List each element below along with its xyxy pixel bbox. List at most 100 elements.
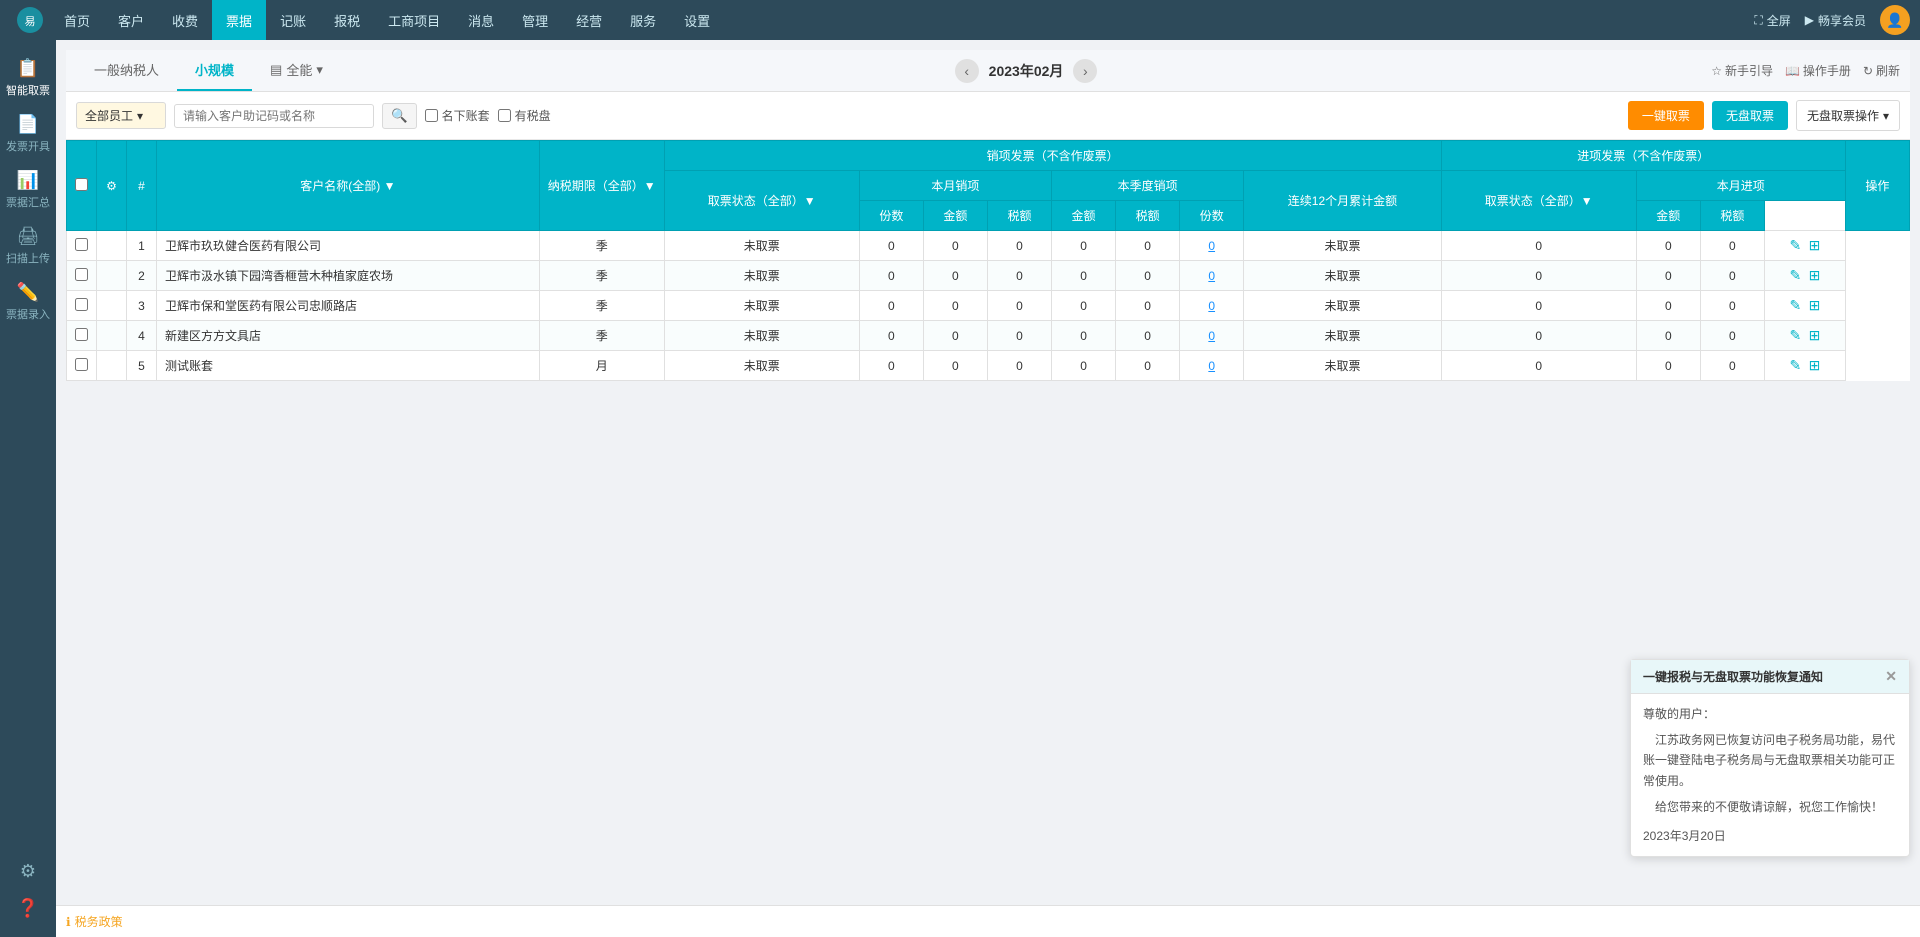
notification-close-button[interactable]: ✕: [1885, 668, 1897, 685]
tax-policy-link[interactable]: ℹ 税务政策: [66, 913, 123, 930]
vip-button[interactable]: ▶ 畅享会员: [1805, 12, 1866, 29]
invoice-open-icon: 📄: [17, 114, 39, 135]
nav-service[interactable]: 服务: [616, 0, 670, 40]
left-sidebar: 📋 智能取票 📄 发票开具 📊 票据汇总 🖨 扫描上传 ✏️ 票据录入 ⚙ ❓: [0, 40, 56, 937]
row-checkbox-2[interactable]: [75, 298, 88, 311]
sales-monthly-amount-header: 金额: [923, 201, 987, 231]
beginner-guide-button[interactable]: ☆ 新手引导: [1711, 62, 1773, 79]
row-num-1: 2: [127, 261, 157, 291]
edit-icon-1[interactable]: ✎: [1789, 267, 1801, 283]
app-logo[interactable]: 易: [10, 0, 50, 40]
next-month-button[interactable]: ›: [1073, 59, 1097, 83]
user-avatar[interactable]: 👤: [1880, 5, 1910, 35]
sidebar-item-help[interactable]: ❓: [0, 890, 56, 927]
table-row: 4 新建区方方文具店 季 未取票 0 0 0 0 0 0 未取票 0 0 0 ✎…: [67, 321, 1910, 351]
select-all-checkbox[interactable]: [75, 178, 88, 191]
row-sales-count-1: 0: [859, 261, 923, 291]
under-name-check[interactable]: [425, 109, 438, 122]
one-key-fetch-button[interactable]: 一键取票: [1628, 101, 1704, 130]
date-navigator: ‹ 2023年02月 ›: [955, 59, 1098, 83]
sales-monthly-count-header: 份数: [859, 201, 923, 231]
row-sales-tax-2: 0: [987, 291, 1051, 321]
settings-col-icon[interactable]: ⚙: [106, 179, 117, 193]
row-checkbox-3[interactable]: [75, 328, 88, 341]
sidebar-item-scan-upload[interactable]: 🖨 扫描上传: [0, 218, 56, 274]
no-disk-operation-button[interactable]: 无盘取票操作 ▾: [1796, 100, 1900, 131]
current-date: 2023年02月: [989, 61, 1064, 81]
row-tax-period-0: 季: [539, 231, 664, 261]
nav-tax[interactable]: 报税: [320, 0, 374, 40]
row-input-tax-0: 0: [1700, 231, 1764, 261]
nav-invoice[interactable]: 票据: [212, 0, 266, 40]
under-name-checkbox[interactable]: 名下账套: [425, 107, 490, 124]
nav-bookkeeping[interactable]: 记账: [266, 0, 320, 40]
row-checkbox-0[interactable]: [75, 238, 88, 251]
detail-icon-2[interactable]: ⊞: [1809, 297, 1821, 313]
search-input[interactable]: [174, 104, 374, 128]
edit-icon-4[interactable]: ✎: [1789, 357, 1801, 373]
operation-manual-button[interactable]: 📖 操作手册: [1785, 62, 1851, 79]
input-monthly-amount-header: 金额: [1636, 201, 1700, 231]
nav-customer[interactable]: 客户: [104, 0, 158, 40]
nav-billing[interactable]: 收费: [158, 0, 212, 40]
row-num-4: 5: [127, 351, 157, 381]
toolbar: 全部员工 ▾ 🔍 名下账套 有税盘 一键取票 无盘取票 无盘取票操作: [66, 92, 1910, 140]
row-fetch-status-2: 未取票: [664, 291, 859, 321]
row-checkbox-1[interactable]: [75, 268, 88, 281]
detail-icon-4[interactable]: ⊞: [1809, 357, 1821, 373]
customer-name-header: 客户名称(全部) ▼: [157, 141, 540, 231]
tab-all[interactable]: ▤ 全能 ▾: [252, 50, 341, 91]
prev-month-button[interactable]: ‹: [955, 59, 979, 83]
svg-text:易: 易: [25, 15, 36, 28]
nav-home[interactable]: 首页: [50, 0, 104, 40]
input-invoice-group-header: 进项发票（不含作废票）: [1441, 141, 1845, 171]
sidebar-item-smart-fetch[interactable]: 📋 智能取票: [0, 50, 56, 106]
row-input-count-2: 0: [1441, 291, 1636, 321]
sidebar-item-settings[interactable]: ⚙: [0, 853, 56, 890]
row-input-amount-4: 0: [1636, 351, 1700, 381]
edit-icon-3[interactable]: ✎: [1789, 327, 1801, 343]
notification-popup: 一键报税与无盘取票功能恢复通知 ✕ 尊敬的用户： 江苏政务网已恢复访问电子税务局…: [1630, 659, 1910, 857]
row-sales-tax-1: 0: [987, 261, 1051, 291]
star-icon: ☆: [1711, 64, 1722, 78]
row-sales-amount-3: 0: [923, 321, 987, 351]
detail-icon-0[interactable]: ⊞: [1809, 237, 1821, 253]
row-tax-period-4: 月: [539, 351, 664, 381]
nav-settings[interactable]: 设置: [670, 0, 724, 40]
row-input-tax-4: 0: [1700, 351, 1764, 381]
row-input-status-4: 未取票: [1244, 351, 1441, 381]
top-nav-right: ⛶ 全屏 ▶ 畅享会员 👤: [1754, 5, 1910, 35]
sales-12month-header: 连续12个月累计金额: [1244, 171, 1441, 231]
nav-operation[interactable]: 经营: [562, 0, 616, 40]
sidebar-item-invoice-entry[interactable]: ✏️ 票据录入: [0, 274, 56, 330]
fullscreen-button[interactable]: ⛶ 全屏: [1754, 12, 1790, 29]
row-quarterly-tax-2: 0: [1116, 291, 1180, 321]
row-quarterly-tax-0: 0: [1116, 231, 1180, 261]
no-disk-fetch-button[interactable]: 无盘取票: [1712, 101, 1788, 130]
detail-icon-3[interactable]: ⊞: [1809, 327, 1821, 343]
vip-icon: ▶: [1805, 13, 1814, 27]
row-fetch-status-4: 未取票: [664, 351, 859, 381]
row-fetch-status-1: 未取票: [664, 261, 859, 291]
detail-icon-1[interactable]: ⊞: [1809, 267, 1821, 283]
tax-disk-check[interactable]: [498, 109, 511, 122]
edit-icon-2[interactable]: ✎: [1789, 297, 1801, 313]
nav-business[interactable]: 工商项目: [374, 0, 454, 40]
row-checkbox-4[interactable]: [75, 358, 88, 371]
tab-small-scale[interactable]: 小规模: [177, 50, 252, 91]
tab-general-taxpayer[interactable]: 一般纳税人: [76, 50, 177, 91]
row-customer-0: 卫辉市玖玖健合医药有限公司: [157, 231, 540, 261]
fullscreen-icon: ⛶: [1754, 13, 1762, 28]
tax-disk-checkbox[interactable]: 有税盘: [498, 107, 551, 124]
sidebar-item-invoice-summary[interactable]: 📊 票据汇总: [0, 162, 56, 218]
edit-icon-0[interactable]: ✎: [1789, 237, 1801, 253]
nav-message[interactable]: 消息: [454, 0, 508, 40]
employee-select[interactable]: 全部员工 ▾: [76, 102, 166, 129]
row-input-count-4: 0: [1441, 351, 1636, 381]
sidebar-item-invoice-open[interactable]: 📄 发票开具: [0, 106, 56, 162]
search-button[interactable]: 🔍: [382, 103, 417, 129]
invoice-entry-icon: ✏️: [17, 282, 39, 303]
refresh-button[interactable]: ↻ 刷新: [1863, 62, 1900, 79]
nav-manage[interactable]: 管理: [508, 0, 562, 40]
tax-period-header: 纳税期限（全部）▼: [539, 141, 664, 231]
